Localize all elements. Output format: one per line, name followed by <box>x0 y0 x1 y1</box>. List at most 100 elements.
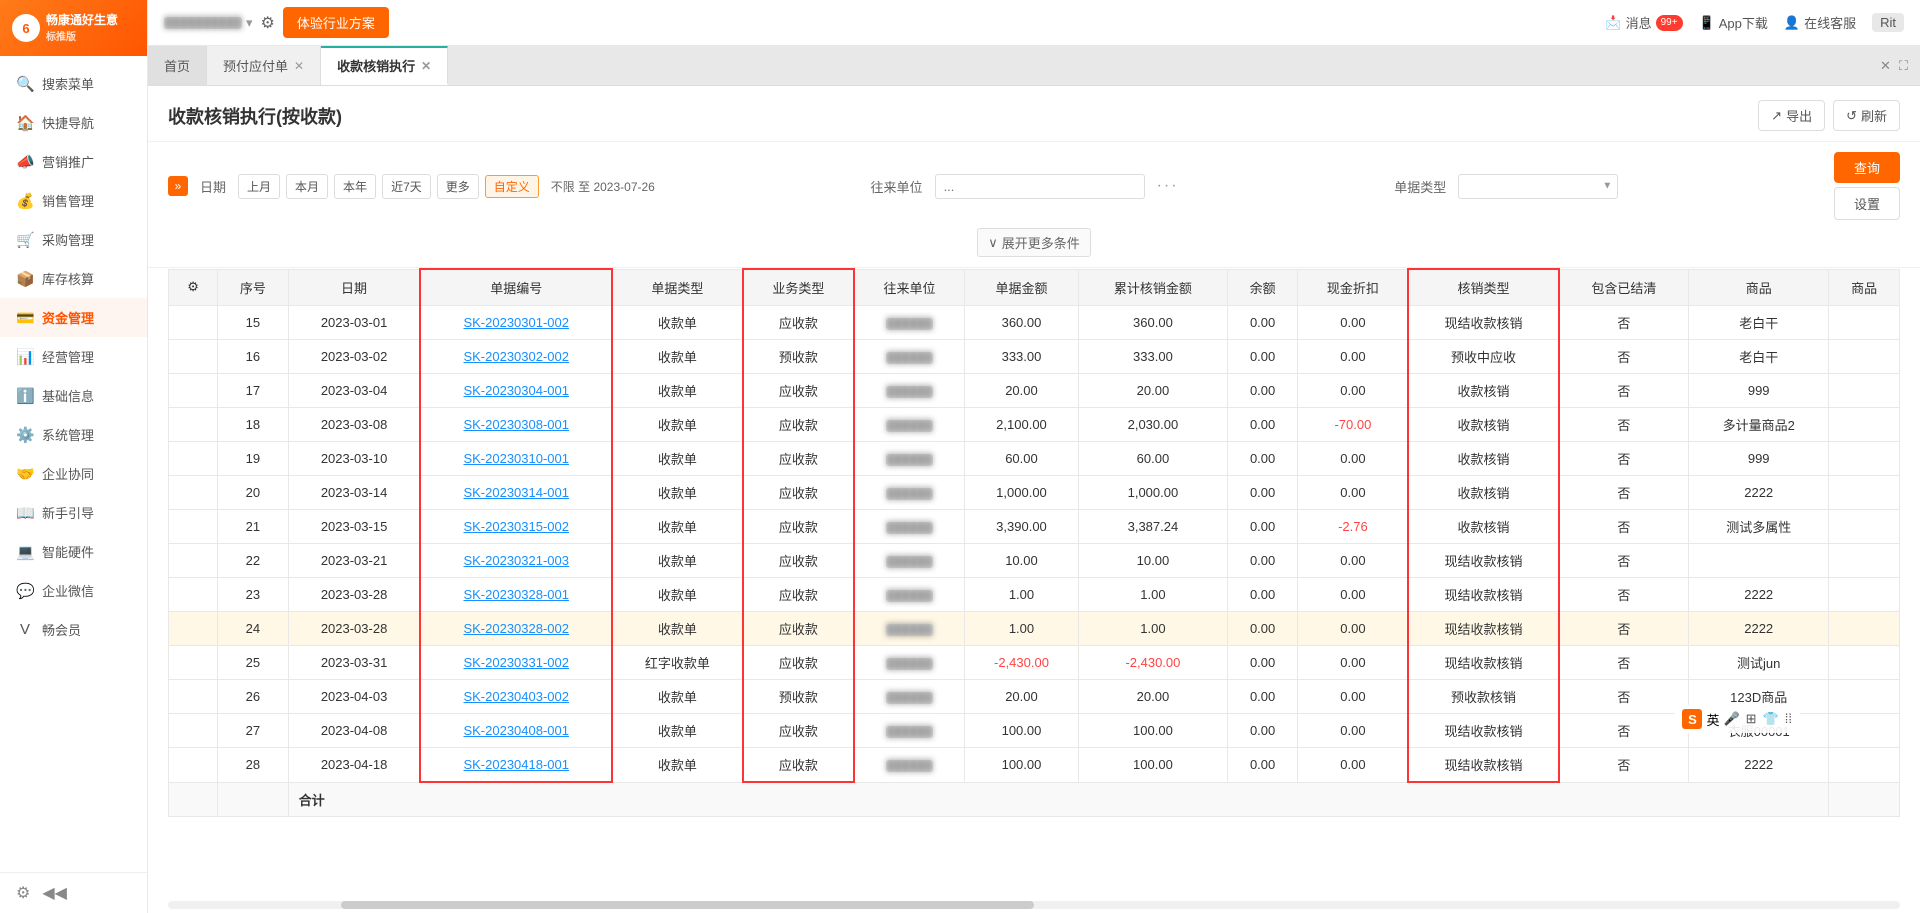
cell-12: 否 <box>1559 510 1689 544</box>
refresh-btn[interactable]: ↺ 刷新 <box>1833 100 1900 131</box>
custom-date-badge[interactable]: 自定义 <box>485 175 539 198</box>
watermark-grid-icon[interactable]: ⊞ <box>1746 711 1757 727</box>
tab-spacer <box>448 46 1868 85</box>
sidebar-item-marketing[interactable]: 📣 营销推广 <box>0 142 147 181</box>
cell-3[interactable]: SK-20230301-002 <box>420 306 612 340</box>
sidebar-menu: 🔍 搜索菜单 🏠 快捷导航 📣 营销推广 💰 销售管理 🛒 采购管理 📦 库存核… <box>0 56 147 872</box>
query-btn[interactable]: 查询 <box>1834 152 1900 183</box>
cell-9: 0.00 <box>1227 646 1298 680</box>
cell-11: 收款核销 <box>1408 408 1558 442</box>
sidebar-item-finance[interactable]: 💳 资金管理 <box>0 298 147 337</box>
company-selector[interactable]: ██████████ ▾ <box>164 15 252 31</box>
sidebar-item-hardware[interactable]: 💻 智能硬件 <box>0 532 147 571</box>
sidebar-item-quick-nav[interactable]: 🏠 快捷导航 <box>0 103 147 142</box>
cell-3[interactable]: SK-20230418-001 <box>420 748 612 783</box>
cell-0 <box>169 510 218 544</box>
cell-11: 收款核销 <box>1408 374 1558 408</box>
cell-6: ██████ <box>854 612 964 646</box>
cell-10: 0.00 <box>1298 612 1408 646</box>
sidebar-item-guide[interactable]: 📖 新手引导 <box>0 493 147 532</box>
cell-14 <box>1829 578 1900 612</box>
cell-7: 60.00 <box>964 442 1078 476</box>
tab-pre-payment-label: 预付应付单 <box>223 56 288 75</box>
sidebar-item-member[interactable]: V 畅会员 <box>0 610 147 649</box>
filter-settings-btn[interactable]: 设置 <box>1834 187 1900 220</box>
footer-empty-1 <box>169 782 218 817</box>
counterpart-input[interactable] <box>935 174 1145 199</box>
cell-6: ██████ <box>854 442 964 476</box>
col-setting[interactable]: ⚙ <box>169 269 218 306</box>
this-year-btn[interactable]: 本年 <box>334 174 376 199</box>
tab-receipt-verify-close[interactable]: ✕ <box>421 59 431 73</box>
sidebar-item-purchase[interactable]: 🛒 采购管理 <box>0 220 147 259</box>
sidebar-item-wechat[interactable]: 💬 企业微信 <box>0 571 147 610</box>
cell-3[interactable]: SK-20230314-001 <box>420 476 612 510</box>
marketing-icon: 📣 <box>16 153 34 171</box>
expand-more-btn[interactable]: ∨ 展开更多条件 <box>977 228 1091 257</box>
user-avatar[interactable]: Rit <box>1872 13 1904 32</box>
inventory-icon: 📦 <box>16 270 34 288</box>
main-area: ██████████ ▾ ⚙ 体验行业方案 📩 消息 99+ 📱 App下载 👤… <box>148 0 1920 913</box>
quick-nav-icon: 🏠 <box>16 114 34 132</box>
header-gear-icon[interactable]: ⚙ <box>260 13 274 33</box>
tab-close-icon[interactable]: ✕ <box>1880 58 1891 74</box>
last-7-days-btn[interactable]: 近7天 <box>382 174 431 199</box>
cell-8: -2,430.00 <box>1079 646 1228 680</box>
export-btn[interactable]: ↗ 导出 <box>1758 100 1825 131</box>
sidebar-item-operations[interactable]: 📊 经营管理 <box>0 337 147 376</box>
header-right: 📩 消息 99+ 📱 App下载 👤 在线客服 Rit <box>1605 13 1904 32</box>
notification-btn[interactable]: 📩 消息 99+ <box>1605 13 1682 32</box>
tab-receipt-verify[interactable]: 收款核销执行 ✕ <box>321 46 448 85</box>
cell-3[interactable]: SK-20230321-003 <box>420 544 612 578</box>
receipt-type-select[interactable] <box>1458 174 1618 199</box>
app-download-btn[interactable]: 📱 App下载 <box>1699 13 1768 32</box>
cell-3[interactable]: SK-20230328-001 <box>420 578 612 612</box>
tab-pre-payment[interactable]: 预付应付单 ✕ <box>207 46 321 85</box>
cell-3[interactable]: SK-20230310-001 <box>420 442 612 476</box>
cell-11: 现结收款核销 <box>1408 748 1558 783</box>
table-row: 222023-03-21SK-20230321-003收款单应收款██████1… <box>169 544 1900 578</box>
sidebar-item-basic[interactable]: ℹ️ 基础信息 <box>0 376 147 415</box>
collapse-icon[interactable]: ◀◀ <box>42 883 67 903</box>
sidebar-item-sales[interactable]: 💰 销售管理 <box>0 181 147 220</box>
cell-3[interactable]: SK-20230328-002 <box>420 612 612 646</box>
cell-3[interactable]: SK-20230408-001 <box>420 714 612 748</box>
last-month-btn[interactable]: 上月 <box>238 174 280 199</box>
watermark-mic-icon[interactable]: 🎤 <box>1723 711 1739 727</box>
cell-3[interactable]: SK-20230302-002 <box>420 340 612 374</box>
sidebar-item-collab[interactable]: 🤝 企业协同 <box>0 454 147 493</box>
this-month-btn[interactable]: 本月 <box>286 174 328 199</box>
scrollbar-thumb[interactable] <box>341 901 1034 909</box>
sales-label: 销售管理 <box>42 191 94 210</box>
footer-total-label: 合计 <box>288 782 1829 817</box>
sidebar-item-search[interactable]: 🔍 搜索菜单 <box>0 64 147 103</box>
cell-10: 0.00 <box>1298 306 1408 340</box>
sidebar-item-system[interactable]: ⚙️ 系统管理 <box>0 415 147 454</box>
cell-8: 60.00 <box>1079 442 1228 476</box>
cell-6: ██████ <box>854 476 964 510</box>
sidebar-bottom: ⚙ ◀◀ <box>0 872 147 913</box>
industry-solution-btn[interactable]: 体验行业方案 <box>283 7 389 38</box>
refresh-label: 刷新 <box>1861 106 1887 125</box>
tab-expand-icon[interactable]: ⛶ <box>1899 58 1908 74</box>
tab-pre-payment-close[interactable]: ✕ <box>294 59 304 73</box>
cell-3[interactable]: SK-20230315-002 <box>420 510 612 544</box>
cell-0 <box>169 476 218 510</box>
watermark-shirt-icon[interactable]: 👕 <box>1763 711 1779 727</box>
filter-toggle-btn[interactable]: » <box>168 176 188 196</box>
horizontal-scrollbar[interactable] <box>168 901 1900 909</box>
cell-3[interactable]: SK-20230331-002 <box>420 646 612 680</box>
tab-home[interactable]: 首页 <box>148 46 207 85</box>
cell-9: 0.00 <box>1227 510 1298 544</box>
online-service-btn[interactable]: 👤 在线客服 <box>1784 13 1856 32</box>
cell-14 <box>1829 748 1900 783</box>
cell-3[interactable]: SK-20230403-002 <box>420 680 612 714</box>
settings-icon[interactable]: ⚙ <box>16 883 30 903</box>
more-date-btn[interactable]: 更多 <box>437 174 479 199</box>
cell-3[interactable]: SK-20230308-001 <box>420 408 612 442</box>
cell-3[interactable]: SK-20230304-001 <box>420 374 612 408</box>
col-amount: 单据金额 <box>964 269 1078 306</box>
finance-icon: 💳 <box>16 309 34 327</box>
watermark-dots-icon[interactable]: ⁞⁞ <box>1785 711 1792 727</box>
sidebar-item-inventory[interactable]: 📦 库存核算 <box>0 259 147 298</box>
